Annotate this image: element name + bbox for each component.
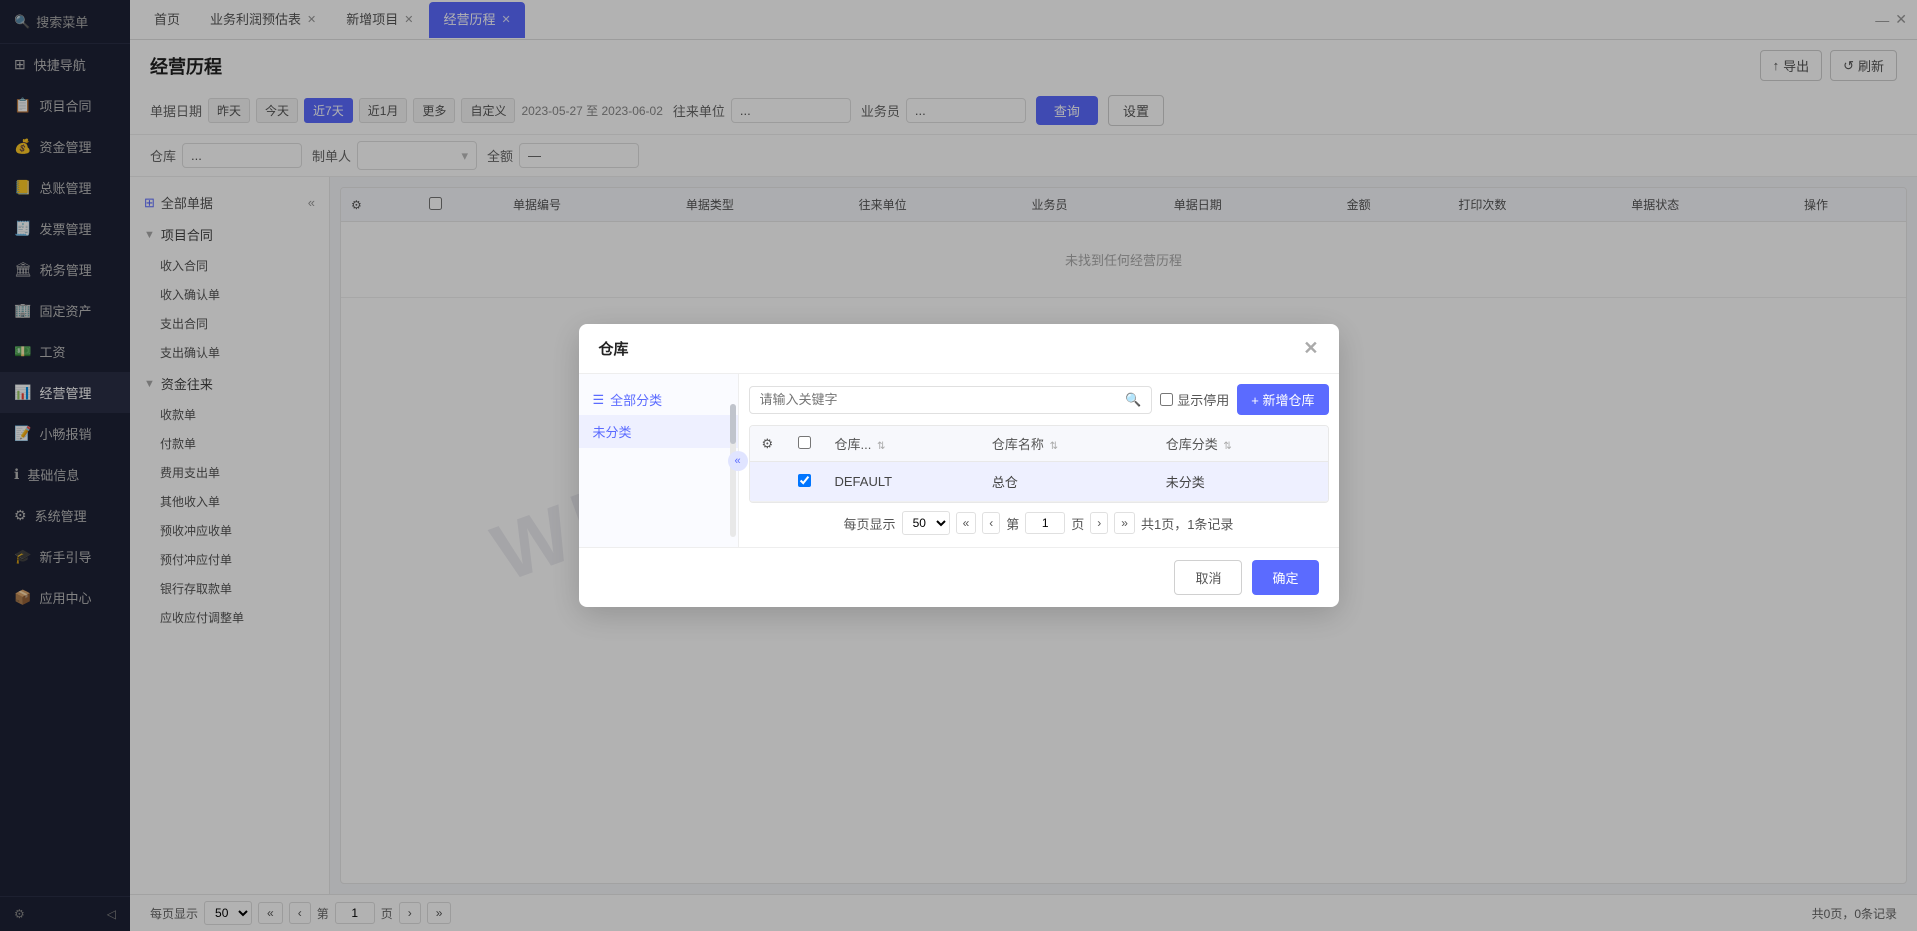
- modal-left-scrollbar-thumb: [730, 404, 736, 444]
- modal-close-button[interactable]: ✕: [1303, 338, 1318, 359]
- row-category: 未分类: [1154, 462, 1328, 502]
- modal-search-icon[interactable]: 🔍: [1125, 392, 1141, 408]
- modal-table-container: ⚙ 仓库... ⇅ 仓库名称 ⇅: [749, 425, 1329, 503]
- modal-left-panel: ☰ 全部分类 未分类 «: [579, 374, 739, 547]
- modal-first-page-btn[interactable]: «: [956, 512, 977, 534]
- modal-overlay: 仓库 ✕ ☰ 全部分类 未分类 «: [0, 0, 1917, 931]
- sort-icon: ⇅: [877, 441, 885, 452]
- add-warehouse-button[interactable]: + 新增仓库: [1237, 384, 1328, 415]
- modal-table: ⚙ 仓库... ⇅ 仓库名称 ⇅: [750, 426, 1328, 502]
- modal-left-item-unclassified[interactable]: 未分类: [579, 415, 738, 448]
- sort-icon: ⇅: [1050, 441, 1058, 452]
- show-disabled-checkbox[interactable]: [1160, 393, 1173, 406]
- list-icon: ☰: [593, 392, 605, 408]
- modal-col-config: ⚙: [750, 426, 786, 462]
- modal-body: ☰ 全部分类 未分类 « 🔍: [579, 374, 1339, 547]
- cancel-button[interactable]: 取消: [1174, 560, 1242, 595]
- modal-left-scrollbar[interactable]: [730, 404, 736, 537]
- show-disabled-label[interactable]: 显示停用: [1160, 390, 1229, 409]
- modal-left-header: ☰ 全部分类: [579, 384, 738, 415]
- modal-page-input[interactable]: [1025, 512, 1065, 534]
- modal-prev-page-btn[interactable]: ‹: [982, 512, 1000, 534]
- col-code-label: 仓库...: [835, 437, 872, 452]
- modal-pagination: 每页显示 50 « ‹ 第 页 › » 共1页，1条记录: [749, 503, 1329, 537]
- modal-table-row[interactable]: DEFAULT 总仓 未分类: [750, 462, 1328, 502]
- modal-search-box[interactable]: 🔍: [749, 386, 1153, 414]
- modal-footer: 取消 确定: [579, 547, 1339, 607]
- modal-col-code[interactable]: 仓库... ⇅: [823, 426, 980, 462]
- modal-total-text: 共1页，1条记录: [1141, 514, 1233, 533]
- modal-next-page-btn[interactable]: ›: [1090, 512, 1108, 534]
- modal-per-page-select[interactable]: 50: [902, 511, 950, 535]
- modal-left-item-label: 未分类: [593, 425, 632, 440]
- confirm-button[interactable]: 确定: [1252, 560, 1318, 595]
- row-name: 总仓: [980, 462, 1154, 502]
- modal-page-suffix: 页: [1071, 514, 1084, 533]
- row-checkbox: [786, 462, 823, 502]
- modal-left-all-label[interactable]: 全部分类: [610, 390, 662, 409]
- modal-header: 仓库 ✕: [579, 324, 1339, 374]
- row-checkbox-input[interactable]: [798, 474, 811, 487]
- modal-per-page-label: 每页显示: [844, 514, 896, 533]
- show-disabled-text: 显示停用: [1177, 390, 1229, 409]
- warehouse-modal: 仓库 ✕ ☰ 全部分类 未分类 «: [579, 324, 1339, 607]
- modal-col-category[interactable]: 仓库分类 ⇅: [1154, 426, 1328, 462]
- modal-page-label: 第: [1006, 514, 1019, 533]
- modal-right-panel: 🔍 显示停用 + 新增仓库 ⚙: [739, 374, 1339, 547]
- modal-title: 仓库: [599, 338, 629, 359]
- modal-col-checkbox: [786, 426, 823, 462]
- modal-select-all-checkbox[interactable]: [798, 436, 811, 449]
- sort-icon: ⇅: [1223, 441, 1231, 452]
- row-code: DEFAULT: [823, 462, 980, 502]
- row-config: [750, 462, 786, 502]
- modal-last-page-btn[interactable]: »: [1114, 512, 1135, 534]
- modal-toolbar: 🔍 显示停用 + 新增仓库: [749, 384, 1329, 415]
- col-category-label: 仓库分类: [1166, 437, 1218, 452]
- col-name-label: 仓库名称: [992, 437, 1044, 452]
- modal-collapse-button[interactable]: «: [728, 451, 748, 471]
- modal-col-name[interactable]: 仓库名称 ⇅: [980, 426, 1154, 462]
- modal-search-input[interactable]: [760, 392, 1120, 407]
- config-icon[interactable]: ⚙: [762, 436, 774, 451]
